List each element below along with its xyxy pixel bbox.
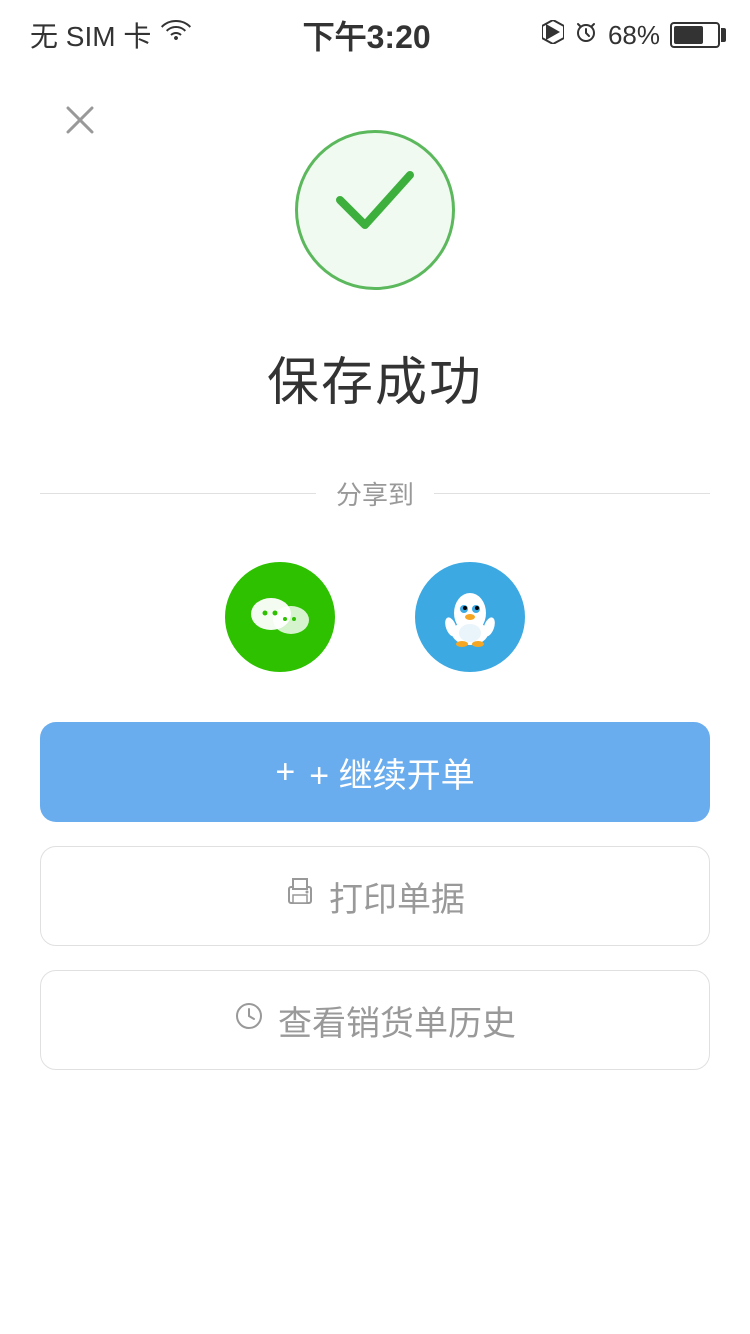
status-bar: 无 SIM 卡 下午3:20 68% [0, 0, 750, 70]
status-right: 68% [542, 20, 720, 51]
clock-icon [234, 1001, 264, 1039]
divider-right [434, 493, 710, 494]
status-left: 无 SIM 卡 [30, 15, 191, 55]
share-divider: 分享到 [40, 475, 710, 512]
print-button-text: 打印单据 [329, 872, 465, 921]
location-icon [542, 20, 564, 51]
history-button[interactable]: 查看销货单历史 [40, 970, 710, 1070]
status-time: 下午3:20 [303, 12, 431, 58]
carrier-text: 无 SIM 卡 [30, 15, 151, 55]
battery-percentage: 68% [608, 20, 660, 51]
printer-icon [285, 877, 315, 915]
wechat-button[interactable] [225, 562, 335, 672]
alarm-icon [574, 20, 598, 51]
continue-button-text: + 继续开单 [309, 748, 474, 797]
qq-button[interactable] [415, 562, 525, 672]
continue-button[interactable]: + + 继续开单 [40, 722, 710, 822]
plus-icon: + [275, 753, 295, 792]
checkmark-icon [330, 160, 420, 253]
battery-icon [670, 22, 720, 48]
close-button[interactable] [50, 90, 110, 150]
print-button[interactable]: 打印单据 [40, 846, 710, 946]
wifi-icon [161, 20, 191, 51]
action-buttons: + + 继续开单 打印单据 查看销货单历 [0, 722, 750, 1070]
share-icons [40, 562, 710, 672]
success-circle [295, 130, 455, 290]
divider-left [40, 493, 316, 494]
share-label: 分享到 [336, 475, 414, 512]
share-section: 分享到 [0, 475, 750, 672]
main-content: 保存成功 分享到 [0, 70, 750, 1070]
history-button-text: 查看销货单历史 [278, 996, 516, 1045]
success-title: 保存成功 [267, 340, 483, 415]
